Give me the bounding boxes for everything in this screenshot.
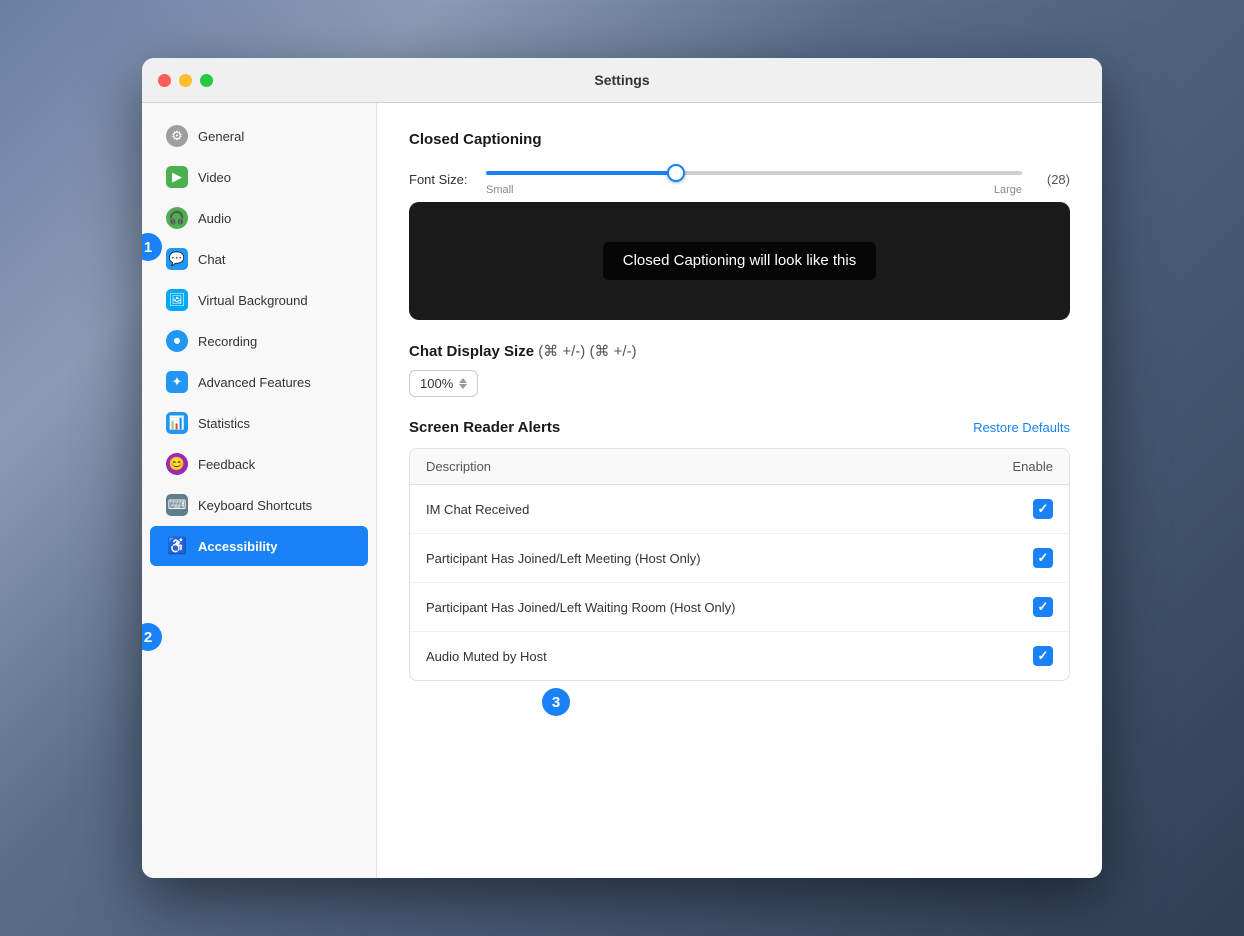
slider-container: Small Large	[486, 162, 1022, 196]
sidebar-label-recording: Recording	[198, 334, 257, 349]
closed-captioning-section: Closed Captioning Font Size: Small Large…	[409, 131, 1070, 320]
font-size-label: Font Size:	[409, 172, 474, 187]
checkbox-participant-joined[interactable]: ✓	[1033, 548, 1053, 568]
advanced-features-icon: ✦	[166, 371, 188, 393]
sidebar-label-advanced-features: Advanced Features	[198, 375, 311, 390]
font-size-value: (28)	[1034, 172, 1070, 187]
screen-reader-header: Screen Reader Alerts Restore Defaults	[409, 419, 1070, 436]
slider-labels: Small Large	[486, 184, 1022, 196]
arrow-down-icon	[459, 384, 467, 389]
audio-icon: 🎧	[166, 207, 188, 229]
sidebar-label-accessibility: Accessibility	[198, 539, 278, 554]
table-header: Description Enable	[410, 449, 1069, 485]
screen-reader-section: Screen Reader Alerts Restore Defaults De…	[409, 419, 1070, 681]
content-area: Closed Captioning Font Size: Small Large…	[377, 103, 1102, 878]
settings-window: Settings 1 2 3 ⚙ General ▶ Video 🎧 Audio	[142, 58, 1102, 878]
row-description-im-chat: IM Chat Received	[426, 502, 529, 517]
col-description-header: Description	[426, 459, 491, 474]
sidebar-label-keyboard-shortcuts: Keyboard Shortcuts	[198, 498, 312, 513]
font-size-slider[interactable]	[486, 171, 1022, 175]
col-enable-header: Enable	[1013, 459, 1053, 474]
dropdown-arrows	[459, 378, 467, 389]
accessibility-icon: ♿	[166, 535, 188, 557]
row-description-participant-waiting: Participant Has Joined/Left Waiting Room…	[426, 600, 735, 615]
sidebar-item-video[interactable]: ▶ Video	[150, 157, 368, 197]
closed-captioning-title: Closed Captioning	[409, 131, 1070, 148]
font-size-row: Font Size: Small Large (28)	[409, 162, 1070, 196]
arrow-up-icon	[459, 378, 467, 383]
sidebar-item-recording[interactable]: ⏺ Recording	[150, 321, 368, 361]
caption-preview-text: Closed Captioning will look like this	[623, 252, 856, 269]
sidebar-item-virtual-background[interactable]: 🖼 Virtual Background	[150, 280, 368, 320]
sidebar-item-advanced-features[interactable]: ✦ Advanced Features	[150, 362, 368, 402]
statistics-icon: 📊	[166, 412, 188, 434]
chat-icon: 💬	[166, 248, 188, 270]
chat-display-shortcut: (⌘ +/-)	[538, 343, 585, 360]
row-description-audio-muted: Audio Muted by Host	[426, 649, 547, 664]
row-description-participant-joined: Participant Has Joined/Left Meeting (Hos…	[426, 551, 701, 566]
virtual-background-icon: 🖼	[166, 289, 188, 311]
annotation-badge-3: 3	[542, 688, 570, 716]
minimize-button[interactable]	[179, 74, 192, 87]
checkbox-audio-muted[interactable]: ✓	[1033, 646, 1053, 666]
checkmark-icon: ✓	[1038, 648, 1049, 664]
checkmark-icon: ✓	[1038, 599, 1049, 615]
sidebar-label-feedback: Feedback	[198, 457, 255, 472]
sidebar-label-statistics: Statistics	[198, 416, 250, 431]
sidebar-label-virtual-background: Virtual Background	[198, 293, 308, 308]
sidebar-label-general: General	[198, 129, 244, 144]
main-content: 1 2 3 ⚙ General ▶ Video 🎧 Audio 💬	[142, 103, 1102, 878]
slider-max-label: Large	[994, 184, 1022, 196]
alerts-table: Description Enable IM Chat Received ✓ Pa…	[409, 448, 1070, 681]
general-icon: ⚙	[166, 125, 188, 147]
table-row-participant-waiting: Participant Has Joined/Left Waiting Room…	[410, 583, 1069, 632]
video-icon: ▶	[166, 166, 188, 188]
table-row-participant-joined: Participant Has Joined/Left Meeting (Hos…	[410, 534, 1069, 583]
keyboard-shortcuts-icon: ⌨	[166, 494, 188, 516]
sidebar-item-accessibility[interactable]: ♿ Accessibility	[150, 526, 368, 566]
sidebar-label-audio: Audio	[198, 211, 231, 226]
checkmark-icon: ✓	[1038, 550, 1049, 566]
table-row-audio-muted: Audio Muted by Host ✓	[410, 632, 1069, 680]
checkmark-icon: ✓	[1038, 501, 1049, 517]
sidebar-item-statistics[interactable]: 📊 Statistics	[150, 403, 368, 443]
caption-text-bubble: Closed Captioning will look like this	[603, 242, 876, 280]
sidebar-item-general[interactable]: ⚙ General	[150, 116, 368, 156]
checkbox-im-chat[interactable]: ✓	[1033, 499, 1053, 519]
table-row-im-chat: IM Chat Received ✓	[410, 485, 1069, 534]
feedback-icon: 😊	[166, 453, 188, 475]
sidebar-item-chat[interactable]: 💬 Chat	[150, 239, 368, 279]
sidebar: ⚙ General ▶ Video 🎧 Audio 💬 Chat 🖼 Virtu…	[142, 103, 377, 878]
sidebar-item-feedback[interactable]: 😊 Feedback	[150, 444, 368, 484]
chat-display-value: 100%	[420, 376, 453, 391]
traffic-lights	[158, 74, 213, 87]
restore-defaults-button[interactable]: Restore Defaults	[973, 420, 1070, 435]
sidebar-label-chat: Chat	[198, 252, 225, 267]
sidebar-label-video: Video	[198, 170, 231, 185]
maximize-button[interactable]	[200, 74, 213, 87]
sidebar-item-keyboard-shortcuts[interactable]: ⌨ Keyboard Shortcuts	[150, 485, 368, 525]
screen-reader-title: Screen Reader Alerts	[409, 419, 560, 436]
chat-display-title: Chat Display Size (⌘ +/-) (⌘ +/-)	[409, 342, 1070, 360]
checkbox-participant-waiting[interactable]: ✓	[1033, 597, 1053, 617]
recording-icon: ⏺	[166, 330, 188, 352]
caption-preview: Closed Captioning will look like this	[409, 202, 1070, 320]
title-bar: Settings	[142, 58, 1102, 103]
window-title: Settings	[594, 72, 649, 88]
chat-display-section: Chat Display Size (⌘ +/-) (⌘ +/-) 100%	[409, 342, 1070, 397]
slider-min-label: Small	[486, 184, 514, 196]
close-button[interactable]	[158, 74, 171, 87]
chat-display-dropdown[interactable]: 100%	[409, 370, 478, 397]
sidebar-item-audio[interactable]: 🎧 Audio	[150, 198, 368, 238]
